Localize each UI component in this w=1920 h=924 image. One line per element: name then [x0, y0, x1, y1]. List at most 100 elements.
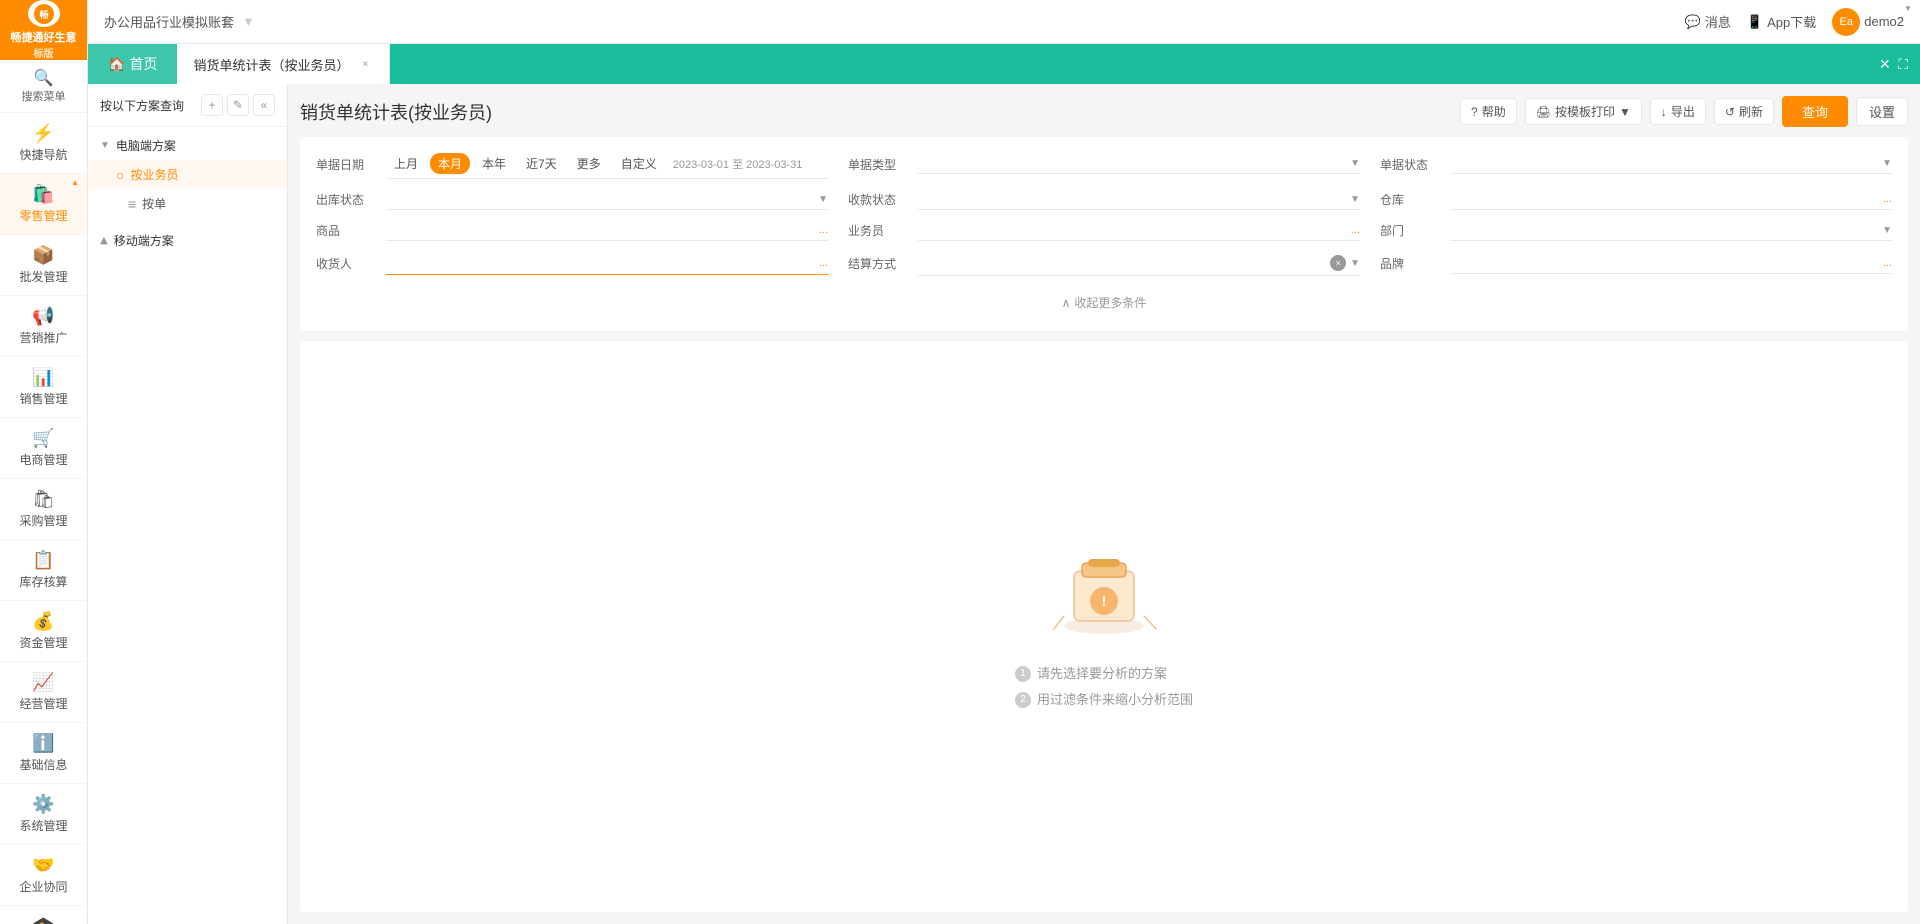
- help-label: 帮助: [1482, 103, 1506, 120]
- export-label: 导出: [1671, 103, 1695, 120]
- sidebar-item-retail[interactable]: 🛍️ 零售管理: [0, 174, 87, 235]
- tree-item-by-order[interactable]: ≡ 按单: [88, 189, 287, 218]
- close-window-icon[interactable]: ×: [1880, 54, 1891, 75]
- fullscreen-icon[interactable]: ⛶: [1898, 56, 1908, 73]
- sales-icon: 📊: [32, 367, 54, 388]
- date-btn-7days[interactable]: 近7天: [518, 153, 565, 174]
- outstatus-control[interactable]: ▼: [386, 190, 828, 210]
- content-area: 按以下方案查询 + ✎ « ▼ 电脑端方案 ○ 按业务员 ≡ 按单: [88, 84, 1920, 924]
- salesperson-more-btn[interactable]: ...: [1351, 224, 1360, 236]
- sidebar-item-marketing[interactable]: 📢 营销推广: [0, 296, 87, 357]
- paystatus-control[interactable]: ▼: [918, 190, 1360, 210]
- filter-row-2: 出库状态 ▼ 收款状态 ▼: [316, 189, 1892, 210]
- salesperson-control: ...: [918, 220, 1360, 241]
- filter-panel: 单据日期 上月 本月 本年 近7天 更多 自定义 2023-03-01 至 20…: [300, 137, 1908, 331]
- sidebar-item-newbie[interactable]: 🎓 新手引导: [0, 906, 87, 924]
- desktop-group-title[interactable]: ▼ 电脑端方案: [88, 131, 287, 160]
- consignee-more-btn[interactable]: ...: [819, 257, 828, 269]
- sidebar-item-operations[interactable]: 📈 经营管理: [0, 662, 87, 723]
- salesperson-label: 按业务员: [130, 166, 178, 183]
- wholesale-icon: 📦: [32, 245, 54, 266]
- refresh-label: 刷新: [1739, 103, 1763, 120]
- mobile-group-title[interactable]: ▶ 移动端方案: [88, 226, 287, 255]
- consignee-input[interactable]: [386, 256, 819, 270]
- refresh-btn[interactable]: ↺ 刷新: [1714, 98, 1774, 125]
- user-name: demo2: [1864, 14, 1904, 29]
- message-btn[interactable]: 💬 消息: [1685, 12, 1731, 31]
- tab-sales-report[interactable]: 销货单统计表（按业务员） ×: [177, 44, 390, 84]
- search-menu[interactable]: 🔍 搜索菜单: [0, 60, 87, 113]
- filter-warehouse-item: 仓库 ...: [1380, 189, 1892, 210]
- template-print-btn[interactable]: 🖨 按模板打印 ▼: [1525, 98, 1642, 125]
- tab-actions: × ⛶: [1868, 54, 1920, 75]
- consignee-label: 收货人: [316, 255, 386, 272]
- help-btn[interactable]: ? 帮助: [1460, 98, 1517, 125]
- warehouse-more-btn[interactable]: ...: [1883, 193, 1892, 205]
- search-menu-label: 搜索菜单: [22, 88, 66, 104]
- filter-date-item: 单据日期 上月 本月 本年 近7天 更多 自定义 2023-03-01 至 20…: [316, 149, 828, 179]
- date-btn-this-month[interactable]: 本月: [430, 153, 470, 174]
- setting-btn[interactable]: 设置: [1856, 97, 1908, 126]
- settlement-clear-btn[interactable]: ×: [1330, 255, 1346, 271]
- sidebar-item-inventory[interactable]: 📋 库存核算: [0, 540, 87, 601]
- collapse-btn[interactable]: ∧ 收起更多条件: [1050, 292, 1159, 313]
- sidebar-item-system[interactable]: ⚙️ 系统管理: [0, 784, 87, 845]
- tab-close-btn[interactable]: ×: [357, 56, 373, 72]
- app-download-btn[interactable]: 📱 App下载: [1747, 12, 1816, 31]
- sidebar: 畅 畅捷通好生意 标版 🔍 搜索菜单 ⚡ 快捷导航 🛍️ 零售管理 📦 批发管理…: [0, 0, 88, 924]
- collapse-up-icon: ∧: [1062, 296, 1071, 310]
- sidebar-item-enterprise[interactable]: 🤝 企业协同: [0, 845, 87, 906]
- brand-more-btn[interactable]: ...: [1883, 257, 1892, 269]
- left-panel-actions: + ✎ «: [201, 94, 275, 116]
- doctype-control[interactable]: ▼: [918, 154, 1360, 174]
- newbie-icon: 🎓: [32, 916, 54, 924]
- system-icon: ⚙️: [32, 794, 54, 815]
- desktop-group-label: 电脑端方案: [116, 137, 176, 154]
- sidebar-item-purchase[interactable]: 🛍 采购管理: [0, 479, 87, 540]
- quick-icon: ⚡: [32, 123, 54, 144]
- docstatus-control[interactable]: ▼: [1450, 154, 1892, 174]
- date-label: 单据日期: [316, 156, 386, 173]
- filter-brand-item: 品牌 ...: [1380, 253, 1892, 274]
- sidebar-item-sales[interactable]: 📊 销售管理: [0, 357, 87, 418]
- sidebar-item-wholesale[interactable]: 📦 批发管理: [0, 235, 87, 296]
- retail-icon: 🛍️: [32, 184, 54, 205]
- home-icon: 🏠: [108, 56, 125, 73]
- svg-text:畅: 畅: [39, 9, 48, 20]
- sidebar-item-label: 企业协同: [19, 878, 67, 895]
- order-label: 按单: [142, 195, 166, 212]
- date-range-display: 2023-03-01 至 2023-03-31: [673, 156, 803, 172]
- tab-home[interactable]: 🏠 首页: [88, 44, 177, 84]
- date-btn-more[interactable]: 更多: [569, 153, 609, 174]
- date-btn-custom[interactable]: 自定义: [613, 153, 665, 174]
- avatar: Ea: [1832, 8, 1860, 36]
- sidebar-item-ecommerce[interactable]: 🛒 电商管理: [0, 418, 87, 479]
- sidebar-item-basic[interactable]: ℹ️ 基础信息: [0, 723, 87, 784]
- outstatus-dropdown-icon: ▼: [818, 194, 828, 205]
- mobile-group-label: 移动端方案: [114, 232, 174, 249]
- query-btn[interactable]: 查询: [1782, 96, 1848, 127]
- export-btn[interactable]: ↓ 导出: [1650, 98, 1706, 125]
- warehouse-control: ...: [1450, 189, 1892, 210]
- user-menu[interactable]: Ea demo2: [1832, 8, 1904, 36]
- date-btn-this-year[interactable]: 本年: [474, 153, 514, 174]
- date-btn-last-month[interactable]: 上月: [386, 153, 426, 174]
- filter-settlement-item: 结算方式 × ▼: [848, 251, 1360, 276]
- logo-icon: 畅: [28, 0, 60, 27]
- tree-item-salesperson[interactable]: ○ 按业务员: [88, 160, 287, 189]
- sidebar-item-finance[interactable]: 💰 资金管理: [0, 601, 87, 662]
- edit-scheme-btn[interactable]: ✎: [227, 94, 249, 116]
- salesperson-icon: ○: [116, 167, 124, 183]
- svg-text:!: !: [1102, 593, 1107, 609]
- purchase-icon: 🛍: [32, 489, 55, 510]
- add-scheme-btn[interactable]: +: [201, 94, 223, 116]
- department-control[interactable]: ▼: [1450, 221, 1892, 241]
- settlement-control[interactable]: × ▼: [918, 251, 1360, 276]
- filter-paystatus-item: 收款状态 ▼: [848, 190, 1360, 210]
- topbar-right: 💬 消息 📱 App下载 Ea demo2: [1685, 8, 1904, 36]
- sidebar-item-quick[interactable]: ⚡ 快捷导航: [0, 113, 87, 174]
- goods-more-btn[interactable]: ...: [819, 224, 828, 236]
- collapse-panel-btn[interactable]: «: [253, 94, 275, 116]
- filter-doctype-item: 单据类型 ▼: [848, 154, 1360, 174]
- tab-bar: 🏠 首页 销货单统计表（按业务员） × × ⛶: [88, 44, 1920, 84]
